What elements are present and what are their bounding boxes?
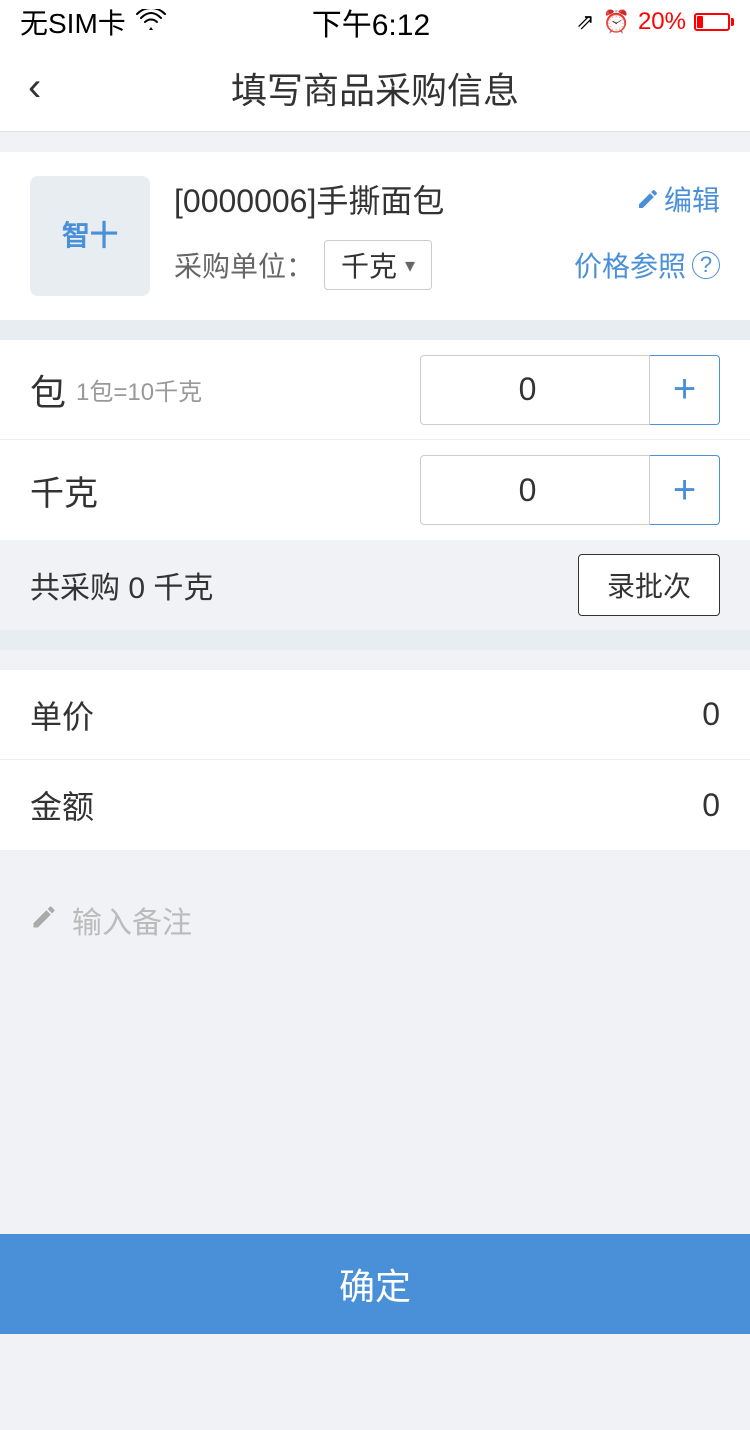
unit-dropdown[interactable]: 千克 ▾ xyxy=(324,240,432,290)
unit-price-row: 单价 0 xyxy=(0,670,750,760)
package-qty-input[interactable] xyxy=(420,355,650,425)
remark-placeholder: 输入备注 xyxy=(72,898,192,942)
package-plus-button[interactable]: + xyxy=(650,355,720,425)
total-row: 共采购 0 千克 录批次 xyxy=(0,540,750,630)
amount-row: 金额 0 xyxy=(0,760,750,850)
divider-2 xyxy=(0,630,750,650)
kg-label-group: 千克 xyxy=(30,466,98,515)
kg-input-group: + xyxy=(420,455,720,525)
package-label: 包 xyxy=(30,364,66,416)
unit-price-label: 单价 xyxy=(30,692,94,738)
total-label: 共采购 0 千克 xyxy=(30,563,213,607)
remark-input-area[interactable]: 输入备注 xyxy=(30,898,720,942)
edit-button[interactable]: 编辑 xyxy=(636,179,720,219)
page-title: 填写商品采购信息 xyxy=(231,62,519,114)
unit-label: 采购单位： xyxy=(174,245,314,285)
price-ref-button[interactable]: 价格参照 ? xyxy=(574,245,720,285)
package-label-group: 包 1包=10千克 xyxy=(30,364,202,416)
price-ref-label: 价格参照 xyxy=(574,245,686,285)
product-name-row: [0000006]手撕面包 编辑 xyxy=(174,176,720,222)
remark-section: 输入备注 xyxy=(0,870,750,1070)
unit-value: 千克 xyxy=(341,245,397,285)
confirm-button[interactable]: 确定 xyxy=(0,1234,750,1334)
product-card: 智十 [0000006]手撕面包 编辑 采购单位： 千克 ▾ xyxy=(0,152,750,320)
nav-bar: ‹ 填写商品采购信息 xyxy=(0,44,750,132)
wifi-icon xyxy=(136,6,166,38)
status-bar-right: ⇗ ⏰ 20% xyxy=(576,8,730,36)
plus-icon-kg: + xyxy=(673,468,696,513)
carrier-label: 无SIM卡 xyxy=(20,2,126,42)
info-icon: ? xyxy=(692,251,720,279)
kg-row: 千克 + xyxy=(0,440,750,540)
plus-icon-package: + xyxy=(673,367,696,412)
package-sub-label: 1包=10千克 xyxy=(76,372,202,407)
unit-price-value: 0 xyxy=(702,696,720,733)
price-section: 单价 0 金额 0 xyxy=(0,670,750,850)
qty-input-section: 包 1包=10千克 + 千克 + xyxy=(0,340,750,540)
battery-icon xyxy=(694,13,730,31)
back-button[interactable]: ‹ xyxy=(28,65,41,110)
product-unit-row: 采购单位： 千克 ▾ 价格参照 ? xyxy=(174,240,720,290)
divider-1 xyxy=(0,320,750,340)
status-bar-time: 下午6:12 xyxy=(312,0,430,44)
product-thumbnail: 智十 xyxy=(30,176,150,296)
kg-plus-button[interactable]: + xyxy=(650,455,720,525)
kg-qty-input[interactable] xyxy=(420,455,650,525)
chevron-down-icon: ▾ xyxy=(405,253,415,278)
battery-percent: 20% xyxy=(638,8,686,36)
amount-label: 金额 xyxy=(30,782,94,828)
status-bar-left: 无SIM卡 xyxy=(20,2,166,42)
location-icon: ⇗ xyxy=(576,9,594,35)
package-input-group: + xyxy=(420,355,720,425)
package-row: 包 1包=10千克 + xyxy=(0,340,750,440)
status-bar: 无SIM卡 下午6:12 ⇗ ⏰ 20% xyxy=(0,0,750,44)
kg-label: 千克 xyxy=(30,466,98,515)
product-name: [0000006]手撕面包 xyxy=(174,176,444,222)
amount-value: 0 xyxy=(702,787,720,824)
product-logo: 智十 xyxy=(62,219,118,253)
alarm-icon: ⏰ xyxy=(603,9,630,35)
edit-label: 编辑 xyxy=(664,179,720,219)
record-batch-button[interactable]: 录批次 xyxy=(578,554,720,616)
product-info: [0000006]手撕面包 编辑 采购单位： 千克 ▾ 价格 xyxy=(174,176,720,290)
pencil-icon xyxy=(30,903,58,938)
